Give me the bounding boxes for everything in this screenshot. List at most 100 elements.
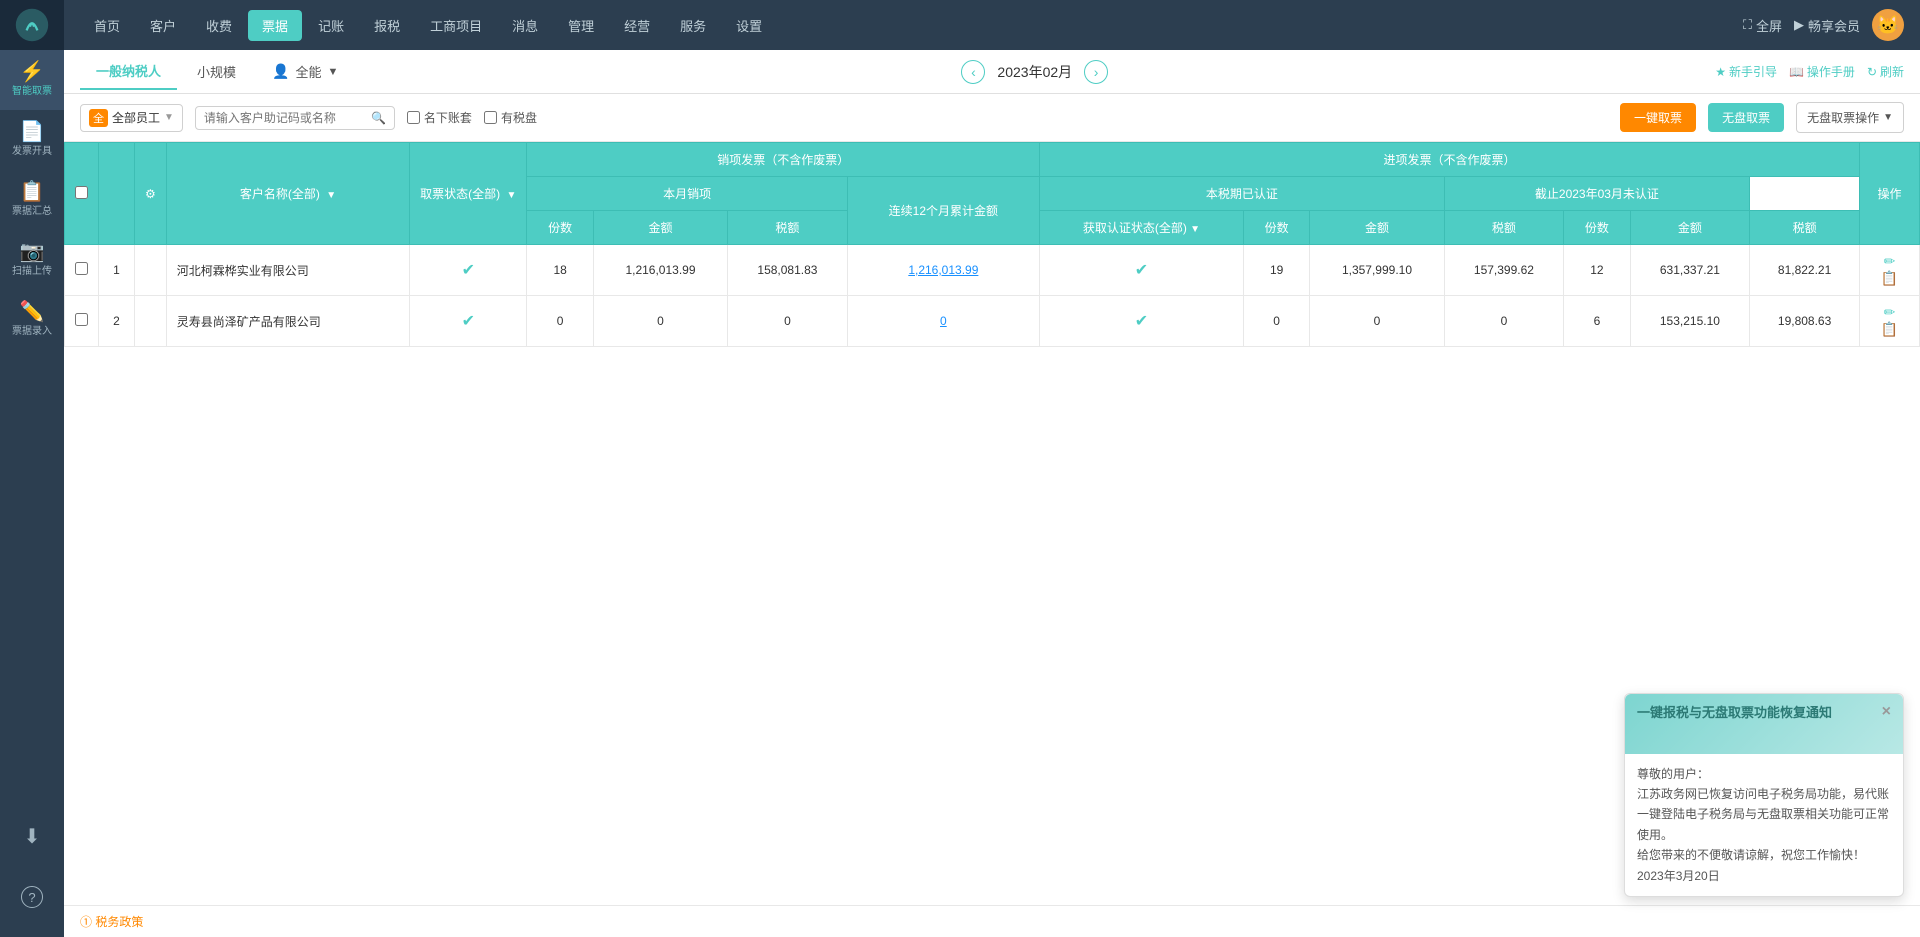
row2-fetch-status: ✔ [410, 296, 527, 347]
prev-month-btn[interactable]: ‹ [961, 60, 985, 84]
invoice-entry-icon: ✏️ [20, 302, 45, 322]
tab-all[interactable]: 👤 全能 ▼ [256, 54, 354, 89]
search-input[interactable] [204, 111, 365, 125]
row2-continuous12[interactable]: 0 [847, 296, 1039, 347]
notif-line-4: 2023年3月20日 [1637, 866, 1891, 886]
sidebar-item-scan-upload[interactable]: 📷 扫描上传 [0, 230, 64, 290]
main-table: ⚙ 客户名称(全部) ▼ 取票状态(全部) ▼ 销项发票（不含作废票） 进项发票… [64, 142, 1920, 347]
nav-message[interactable]: 消息 [498, 10, 552, 41]
th-checkbox [65, 143, 99, 245]
row1-continuous12[interactable]: 1,216,013.99 [847, 245, 1039, 296]
smart-fetch-icon: ⚡ [20, 62, 45, 82]
row1-ms-count: 18 [527, 245, 593, 296]
nav-manage[interactable]: 管理 [554, 10, 608, 41]
fullscreen-btn[interactable]: ⛶ 全屏 [1743, 16, 1782, 35]
row1-uncert-amount: 631,337.21 [1630, 245, 1750, 296]
row1-ms-tax: 158,081.83 [728, 245, 848, 296]
manual-btn[interactable]: 📖 操作手册 [1789, 63, 1855, 80]
nav-home[interactable]: 首页 [80, 10, 134, 41]
row1-action: ✏ 📋 [1860, 245, 1920, 296]
sidebar-item-invoice-open[interactable]: 📄 发票开具 [0, 110, 64, 170]
row2-edit-btn[interactable]: ✏ [1884, 304, 1896, 320]
sidebar-item-invoice-entry[interactable]: ✏️ 票据录入 [0, 290, 64, 350]
member-btn[interactable]: ▶ 畅享会员 [1794, 16, 1860, 35]
ops-dropdown-btn[interactable]: 无盘取票操作 ▼ [1796, 102, 1904, 133]
nav-customer[interactable]: 客户 [136, 10, 190, 41]
row1-link[interactable]: 1,216,013.99 [908, 263, 978, 277]
sidebar-item-download[interactable]: ⬇ [0, 807, 64, 867]
refresh-label: 刷新 [1880, 63, 1904, 80]
youshui-checkbox[interactable]: 有税盘 [484, 109, 537, 126]
top-nav: 首页 客户 收费 票据 记账 报税 工商项目 消息 管理 经营 服务 设置 ⛶ … [64, 0, 1920, 50]
current-date: 2023年02月 [997, 62, 1072, 82]
fullscreen-icon: ⛶ [1743, 17, 1752, 33]
row1-uncert-count: 12 [1564, 245, 1630, 296]
row2-checkbox[interactable] [65, 296, 99, 347]
new-guide-btn[interactable]: ★ 新手引导 [1715, 63, 1777, 80]
user-avatar[interactable]: 🐱 [1872, 9, 1904, 41]
row2-uncert-tax: 19,808.63 [1750, 296, 1860, 347]
th-fetch-status[interactable]: 取票状态(全部) ▼ [410, 143, 527, 245]
sidebar-item-smart-fetch[interactable]: ⚡ 智能取票 [0, 50, 64, 110]
nav-settings[interactable]: 设置 [722, 10, 776, 41]
refresh-icon: ↻ [1867, 65, 1877, 79]
chevron-down-icon: ▼ [327, 66, 338, 78]
tab-general[interactable]: 一般纳税人 [80, 53, 177, 90]
search-icon[interactable]: 🔍 [371, 111, 386, 125]
download-icon: ⬇ [24, 827, 41, 847]
th-cert-amount: 金额 [1310, 211, 1444, 245]
notification-close-btn[interactable]: × [1882, 704, 1891, 720]
th-uncert-count: 份数 [1564, 211, 1630, 245]
row1-check[interactable] [75, 262, 88, 275]
nav-operation[interactable]: 经营 [610, 10, 664, 41]
employee-tag: 全 [89, 109, 108, 127]
xiazhangs-checkbox-input[interactable] [407, 111, 420, 124]
th-ms-amount: 金额 [593, 211, 727, 245]
row2-settings [135, 296, 167, 347]
no-disk-btn[interactable]: 无盘取票 [1708, 103, 1784, 132]
select-all-checkbox[interactable] [75, 186, 88, 199]
member-label: 畅享会员 [1808, 16, 1860, 35]
row1-edit-btn[interactable]: ✏ [1884, 253, 1896, 269]
nav-collection[interactable]: 收费 [192, 10, 246, 41]
refresh-btn[interactable]: ↻ 刷新 [1867, 63, 1904, 80]
manual-label: 操作手册 [1807, 63, 1855, 80]
row2-check[interactable] [75, 313, 88, 326]
next-month-btn[interactable]: › [1084, 60, 1108, 84]
th-settings: ⚙ [135, 143, 167, 245]
row2-action: ✏ 📋 [1860, 296, 1920, 347]
th-ms-count: 份数 [527, 211, 593, 245]
tax-policy-link[interactable]: ① 税务政策 [80, 913, 143, 930]
nav-accounting[interactable]: 记账 [304, 10, 358, 41]
sidebar-item-invoice-summary[interactable]: 📋 票据汇总 [0, 170, 64, 230]
th-customer-name[interactable]: 客户名称(全部) ▼ [166, 143, 409, 245]
tab-small[interactable]: 小规模 [181, 54, 252, 89]
th-cert-status[interactable]: 获取认证状态(全部) ▼ [1040, 211, 1244, 245]
row2-cert-amount: 0 [1310, 296, 1444, 347]
nav-business[interactable]: 工商项目 [416, 10, 496, 41]
row1-checkbox[interactable] [65, 245, 99, 296]
xiazhangs-checkbox[interactable]: 名下账套 [407, 109, 472, 126]
notif-line-3: 给您带来的不便敬请谅解，祝您工作愉快！ [1637, 845, 1891, 865]
notification-body: 尊敬的用户： 江苏政务网已恢复访问电子税务局功能，易代账一键登陆电子税务局与无盘… [1625, 754, 1903, 896]
nav-service[interactable]: 服务 [666, 10, 720, 41]
nav-invoice[interactable]: 票据 [248, 10, 302, 41]
nav-tax[interactable]: 报税 [360, 10, 414, 41]
row1-index: 1 [99, 245, 135, 296]
row2-view-btn[interactable]: 📋 [1881, 321, 1898, 337]
th-until-2023: 截止2023年03月未认证 [1444, 177, 1750, 211]
row2-link[interactable]: 0 [940, 314, 947, 328]
sidebar-item-help[interactable]: ? [0, 867, 64, 927]
filter-icon-cert: ▼ [1190, 224, 1200, 235]
row2-ms-amount: 0 [593, 296, 727, 347]
fetch-all-btn[interactable]: 一键取票 [1620, 103, 1696, 132]
employee-select[interactable]: 全 全部员工 ▼ [80, 104, 183, 132]
youshui-checkbox-input[interactable] [484, 111, 497, 124]
row1-fetch-icon: ✔ [462, 262, 475, 279]
row2-ms-count: 0 [527, 296, 593, 347]
youshui-label: 有税盘 [501, 109, 537, 126]
bottom-bar: ① 税务政策 [64, 905, 1920, 937]
row1-view-btn[interactable]: 📋 [1881, 270, 1898, 286]
sidebar: ⚡ 智能取票 📄 发票开具 📋 票据汇总 📷 扫描上传 ✏️ 票据录入 ⬇ ? [0, 0, 64, 937]
search-box: 🔍 [195, 106, 395, 130]
